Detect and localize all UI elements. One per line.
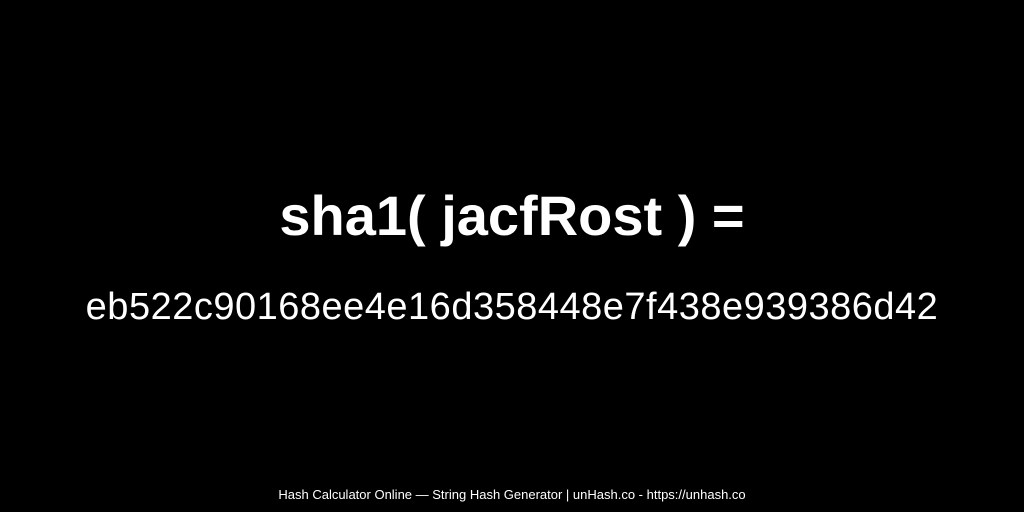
hash-result-value: eb522c90168ee4e16d358448e7f438e939386d42 — [86, 286, 939, 329]
footer-text: Hash Calculator Online — String Hash Gen… — [0, 487, 1024, 502]
hash-expression-title: sha1( jacfRost ) = — [279, 183, 744, 248]
main-content: sha1( jacfRost ) = eb522c90168ee4e16d358… — [0, 0, 1024, 512]
